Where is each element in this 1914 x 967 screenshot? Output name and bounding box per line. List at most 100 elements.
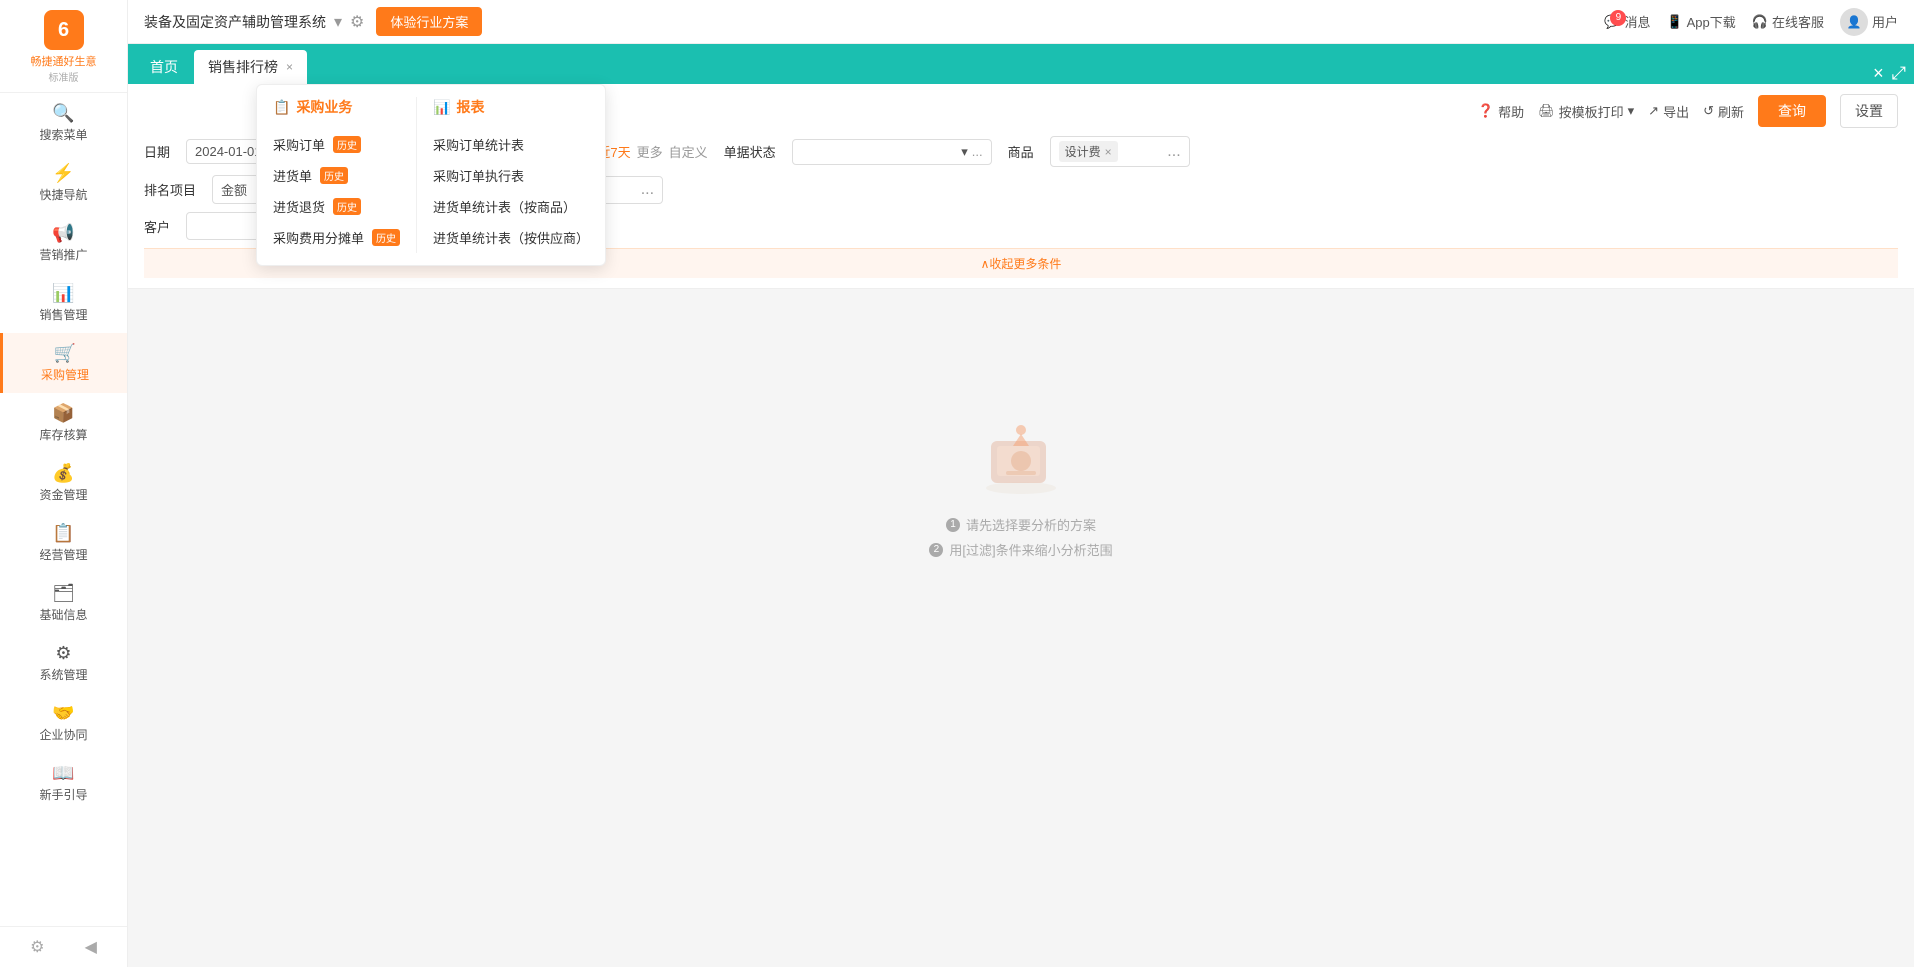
search-label: 搜索菜单 (39, 126, 87, 143)
empty-hint-1-text: 请先选择要分析的方案 (966, 515, 1096, 534)
sidebar-item-sales[interactable]: 📊 销售管理 (0, 273, 127, 333)
query-button[interactable]: 查询 (1758, 95, 1826, 127)
top-header: 装备及固定资产辅助管理系统 ▾ ⚙ 体验行业方案 💬 9 消息 📱 App下载 … (128, 0, 1914, 44)
goods-return-history-badge: 历史 (333, 198, 361, 215)
sidebar-item-search[interactable]: 🔍 搜索菜单 (0, 93, 127, 153)
refresh-icon: ↺ (1703, 103, 1714, 119)
dropdown-item-purchase-order-exec[interactable]: 采购订单执行表 (433, 160, 589, 191)
online-service-button[interactable]: 🎧 在线客服 (1752, 12, 1824, 31)
goods-input[interactable]: 设计费 × ... (1050, 136, 1190, 167)
marketing-icon: 📢 (52, 223, 74, 244)
help-button[interactable]: ❓ 帮助 (1478, 102, 1524, 121)
logo-subtitle: 标准版 (49, 69, 79, 84)
goods-receipt-by-supplier-label: 进货单统计表（按供应商） (433, 228, 589, 247)
inventory-label: 库存核算 (39, 426, 87, 443)
dropdown-purchase-col: 📋 采购业务 采购订单 历史 进货单 历史 进货退货 历史 采购费用分摊单 历史 (257, 97, 417, 253)
header-dropdown-arrow[interactable]: ▾ (334, 12, 342, 32)
finance-icon: 💰 (52, 463, 74, 484)
dropdown-item-goods-return[interactable]: 进货退货 历史 (273, 191, 400, 222)
collapse-text: 收起更多条件 (989, 255, 1061, 272)
doc-status-input[interactable]: ▾ ... (792, 139, 992, 165)
customer-label: 客户 (144, 217, 170, 236)
date-more[interactable]: 更多 (637, 142, 663, 161)
tab-maximize-button[interactable]: ⤢ (1892, 63, 1906, 84)
print-button[interactable]: 🖨 按模板打印 ▾ (1538, 102, 1634, 121)
message-label: 消息 (1624, 12, 1650, 31)
help-label: 帮助 (1498, 102, 1524, 121)
online-service-label: 在线客服 (1772, 12, 1824, 31)
sidebar-item-finance[interactable]: 💰 资金管理 (0, 453, 127, 513)
doc-status-label: 单据状态 (724, 142, 776, 161)
refresh-button[interactable]: ↺ 刷新 (1703, 102, 1744, 121)
purchase-icon: 🛒 (54, 343, 76, 364)
goods-return-label: 进货退货 (273, 197, 325, 216)
dropdown-item-purchase-order-stat[interactable]: 采购订单统计表 (433, 129, 589, 160)
tab-sales-rank[interactable]: 销售排行榜 × (194, 50, 307, 84)
sidebar-item-operations[interactable]: 📋 经营管理 (0, 513, 127, 573)
goods-dots[interactable]: ... (1167, 143, 1180, 161)
sidebar-collapse-button[interactable]: ◀ (85, 937, 97, 957)
sales-label: 销售管理 (39, 306, 87, 323)
operations-icon: 📋 (52, 523, 74, 544)
sidebar-item-guide[interactable]: 📖 新手引导 (0, 753, 127, 813)
sidebar-item-inventory[interactable]: 📦 库存核算 (0, 393, 127, 453)
export-button[interactable]: ↗ 导出 (1648, 102, 1689, 121)
settings-button[interactable]: 设置 (1840, 94, 1898, 128)
app-download-button[interactable]: 📱 App下载 (1666, 12, 1735, 31)
header-right: 💬 9 消息 📱 App下载 🎧 在线客服 👤 用户 (1604, 8, 1898, 36)
doc-status-dots[interactable]: ... (972, 144, 983, 159)
empty-hint-2-text: 用[过滤]条件来缩小分析范围 (949, 540, 1112, 559)
dropdown-item-goods-receipt-by-supplier[interactable]: 进货单统计表（按供应商） (433, 222, 589, 253)
guide-label: 新手引导 (39, 786, 87, 803)
operations-label: 经营管理 (39, 546, 87, 563)
empty-hint-1: 1 请先选择要分析的方案 (946, 515, 1096, 534)
sidebar-settings-button[interactable]: ⚙ (30, 937, 44, 957)
trial-button[interactable]: 体验行业方案 (376, 7, 482, 36)
cooperation-label: 企业协同 (39, 726, 87, 743)
logo-title: 畅捷通好生意 (31, 53, 97, 69)
collapse-icon: ∧ (981, 257, 990, 271)
purchase-section-icon: 📋 (273, 99, 290, 116)
dropdown-report-col: 📊 报表 采购订单统计表 采购订单执行表 进货单统计表（按商品） 进货单统计表（… (417, 97, 605, 253)
date-custom[interactable]: 自定义 (669, 142, 708, 161)
sidebar: 6 畅捷通好生意 标准版 🔍 搜索菜单 ⚡ 快捷导航 📢 营销推广 📊 销售管理… (0, 0, 128, 967)
sidebar-bottom: ⚙ ◀ (0, 926, 127, 967)
purchase-order-label: 采购订单 (273, 135, 325, 154)
system-title: 装备及固定资产辅助管理系统 (144, 12, 326, 32)
purchase-section-label: 采购业务 (296, 97, 352, 117)
sidebar-menu: 🔍 搜索菜单 ⚡ 快捷导航 📢 营销推广 📊 销售管理 🛒 采购管理 📦 库存核… (0, 93, 127, 926)
empty-icon (971, 416, 1071, 496)
message-button[interactable]: 💬 9 消息 (1604, 12, 1650, 31)
purchase-expense-label: 采购费用分摊单 (273, 228, 364, 247)
export-icon: ↗ (1648, 103, 1659, 119)
user-button[interactable]: 👤 用户 (1840, 8, 1898, 36)
report-section-label: 报表 (456, 97, 484, 117)
search-icon: 🔍 (52, 103, 74, 124)
sidebar-item-quick-nav[interactable]: ⚡ 快捷导航 (0, 153, 127, 213)
export-label: 导出 (1663, 102, 1689, 121)
sidebar-item-system[interactable]: ⚙ 系统管理 (0, 633, 127, 693)
report-section-icon: 📊 (433, 99, 450, 116)
quick-nav-icon: ⚡ (52, 163, 74, 184)
refresh-label: 刷新 (1718, 102, 1744, 121)
tab-close-button[interactable]: × (286, 60, 293, 74)
goods-receipt-label: 进货单 (273, 166, 312, 185)
dropdown-item-goods-receipt[interactable]: 进货单 历史 (273, 160, 400, 191)
print-dropdown-icon[interactable]: ▾ (1628, 103, 1635, 119)
message-badge-wrap: 💬 9 (1604, 14, 1620, 30)
sidebar-logo: 6 畅捷通好生意 标准版 (0, 0, 127, 93)
salesman-dots[interactable]: ... (641, 181, 654, 199)
goods-tag-close[interactable]: × (1105, 145, 1112, 159)
header-settings-icon[interactable]: ⚙ (350, 12, 364, 32)
dropdown-item-goods-receipt-by-goods[interactable]: 进货单统计表（按商品） (433, 191, 589, 222)
tab-minimize-button[interactable]: × (1873, 63, 1884, 84)
tab-home[interactable]: 首页 (136, 50, 192, 84)
sidebar-item-purchase[interactable]: 🛒 采购管理 (0, 333, 127, 393)
toolbar-right: ❓ 帮助 🖨 按模板打印 ▾ ↗ 导出 ↺ 刷新 (1478, 94, 1898, 128)
sidebar-item-marketing[interactable]: 📢 营销推广 (0, 213, 127, 273)
dropdown-item-purchase-expense[interactable]: 采购费用分摊单 历史 (273, 222, 400, 253)
sidebar-item-basic-info[interactable]: 🗂 基础信息 (0, 573, 127, 633)
dropdown-item-purchase-order[interactable]: 采购订单 历史 (273, 129, 400, 160)
finance-label: 资金管理 (39, 486, 87, 503)
sidebar-item-cooperation[interactable]: 🤝 企业协同 (0, 693, 127, 753)
